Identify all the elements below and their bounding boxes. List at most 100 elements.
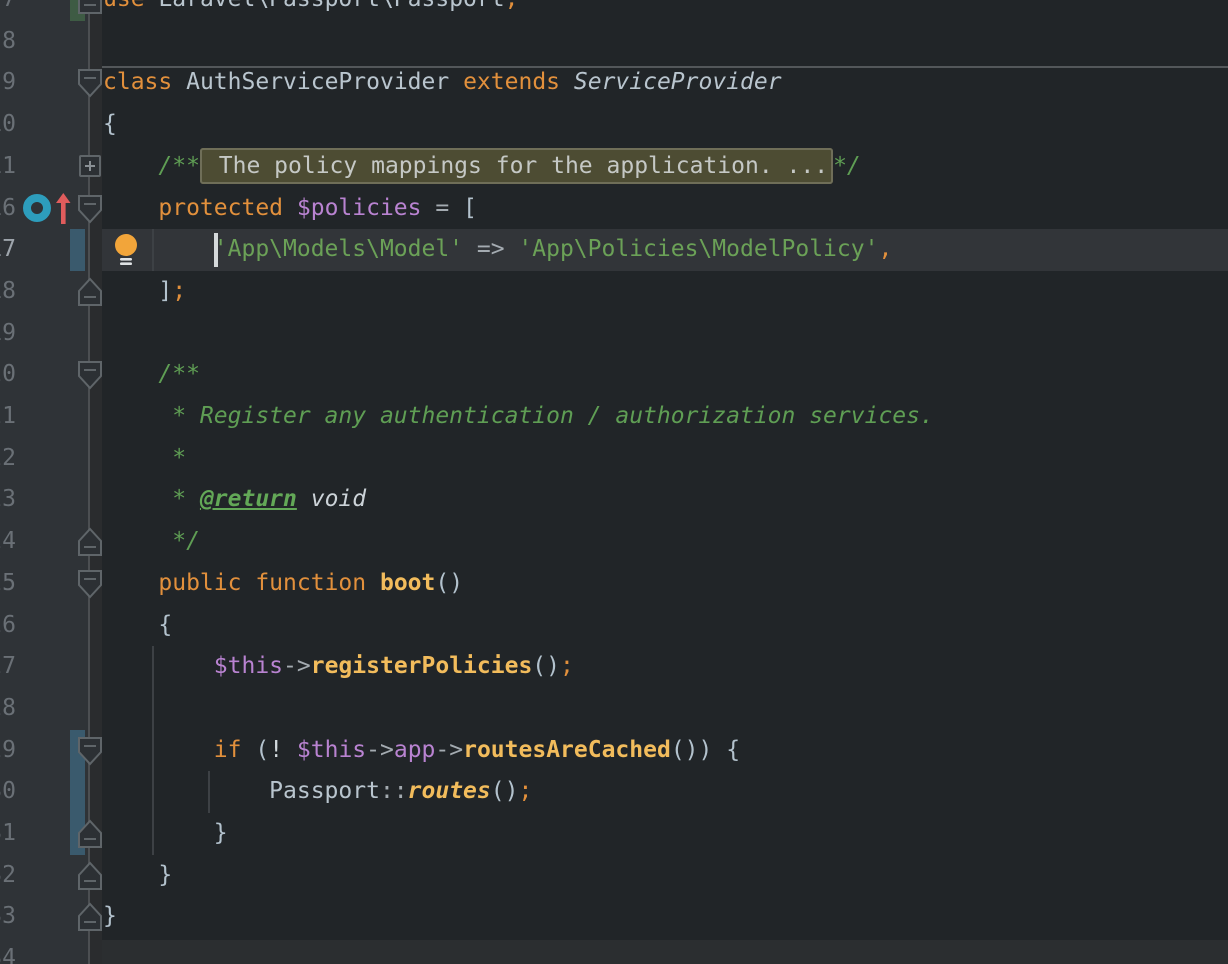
code-line-29[interactable]: if (! $this->app->routesAreCached()) { — [103, 730, 740, 772]
fold-marker-up-icon[interactable] — [78, 0, 102, 14]
fold-marker-up-icon[interactable] — [78, 819, 102, 848]
code-line-9[interactable]: class AuthServiceProvider extends Servic… — [103, 62, 782, 104]
code-token: routesAreCached — [463, 736, 671, 763]
code-token: Laravel\Passport\Passport — [158, 0, 504, 12]
navigate-up-target-icon[interactable] — [23, 192, 71, 230]
line-number[interactable]: 18 — [0, 271, 16, 313]
code-line-21[interactable]: * Register any authentication / authoriz… — [103, 396, 934, 438]
code-line-20[interactable]: /** — [103, 354, 200, 396]
code-token: = — [421, 194, 464, 221]
line-number[interactable]: 19 — [0, 313, 16, 355]
line-number[interactable]: 20 — [0, 354, 16, 396]
line-number[interactable]: 21 — [0, 396, 16, 438]
line-number[interactable]: 16 — [0, 188, 16, 230]
code-line-16[interactable]: protected $policies = [ — [103, 188, 477, 230]
intention-lightbulb-icon[interactable] — [112, 233, 142, 273]
code-line-7[interactable]: use Laravel\Passport\Passport; — [103, 0, 518, 21]
line-number[interactable]: 30 — [0, 771, 16, 813]
fold-marker-down-icon[interactable] — [78, 361, 102, 390]
fold-marker-down-icon[interactable] — [78, 69, 102, 98]
code-token: /** — [158, 361, 200, 388]
fold-marker-up-icon[interactable] — [78, 902, 102, 932]
folded-comment-placeholder[interactable]: The policy mappings for the application.… — [199, 147, 834, 184]
line-number[interactable]: 29 — [0, 730, 16, 772]
code-line-23[interactable]: * @return void — [103, 479, 366, 521]
method-separator-line — [102, 66, 1228, 69]
code-token: @return — [199, 486, 297, 513]
fold-marker-plus-icon[interactable] — [78, 153, 102, 181]
code-token: { — [158, 611, 173, 638]
indent-guide — [152, 646, 154, 855]
fold-marker-up-icon[interactable] — [78, 861, 102, 890]
line-number[interactable]: 22 — [0, 438, 16, 480]
fold-marker-down-icon[interactable] — [78, 194, 102, 223]
indent-guide — [152, 229, 154, 271]
code-line-26[interactable]: { — [103, 605, 172, 647]
line-number[interactable]: 26 — [0, 605, 16, 647]
code-token: => — [463, 236, 519, 263]
fold-marker-down-icon[interactable] — [78, 569, 102, 599]
code-line-33[interactable]: } — [103, 896, 117, 938]
code-token: * — [158, 486, 200, 513]
line-number[interactable]: 10 — [0, 104, 16, 146]
line-number[interactable]: 17 — [0, 229, 16, 271]
code-token: ( — [255, 736, 270, 763]
line-number[interactable]: 8 — [0, 21, 16, 63]
line-number[interactable]: 23 — [0, 479, 16, 521]
code-token: -> — [435, 736, 464, 763]
text-caret — [214, 233, 218, 268]
code-token: 'App\Policies\ModelPolicy' — [518, 236, 879, 263]
code-line-32[interactable]: } — [103, 855, 172, 897]
line-number[interactable]: 11 — [0, 146, 16, 188]
code-line-17[interactable]: 'App\Models\Model' => 'App\Policies\Mode… — [103, 229, 893, 271]
code-line-31[interactable]: } — [103, 813, 228, 855]
line-number[interactable]: 33 — [0, 896, 16, 938]
vcs-change-marker-modified[interactable] — [70, 229, 85, 271]
code-token: if — [213, 736, 242, 763]
line-number[interactable]: 25 — [0, 563, 16, 605]
code-line-18[interactable]: ]; — [103, 271, 186, 313]
vcs-change-marker-modified[interactable] — [70, 771, 85, 813]
code-token: * Register any authentication / authoriz… — [158, 403, 934, 429]
line-number[interactable]: 31 — [0, 813, 16, 855]
code-token: 'App\Models\Model' — [213, 236, 464, 263]
code-line-10[interactable]: { — [103, 104, 117, 146]
fold-marker-up-icon[interactable] — [78, 527, 102, 557]
code-line-27[interactable]: $this->registerPolicies(); — [103, 646, 574, 688]
fold-marker-up-icon[interactable] — [78, 277, 102, 306]
code-token: ; — [518, 778, 533, 805]
line-number[interactable]: 27 — [0, 646, 16, 688]
code-token: public function — [158, 569, 367, 596]
code-line-11[interactable]: /** The policy mappings for the applicat… — [103, 146, 861, 188]
code-token: $this — [296, 736, 367, 763]
code-token: boot — [379, 569, 436, 596]
line-number[interactable]: 28 — [0, 688, 16, 730]
line-number[interactable]: 9 — [0, 62, 16, 104]
code-line-30[interactable]: Passport::routes(); — [103, 771, 532, 813]
line-number[interactable]: 24 — [0, 521, 16, 563]
line-number[interactable]: 7 — [0, 0, 16, 21]
code-line-22[interactable]: * — [103, 438, 186, 480]
fold-marker-down-icon[interactable] — [78, 736, 102, 766]
code-token: -> — [366, 736, 394, 763]
line-number[interactable]: 34 — [0, 938, 16, 964]
code-token: -> — [283, 653, 311, 680]
code-line-24[interactable]: */ — [103, 521, 200, 563]
code-line-25[interactable]: public function boot() — [103, 563, 463, 605]
line-number[interactable]: 32 — [0, 855, 16, 897]
code-token: ; — [560, 653, 574, 680]
